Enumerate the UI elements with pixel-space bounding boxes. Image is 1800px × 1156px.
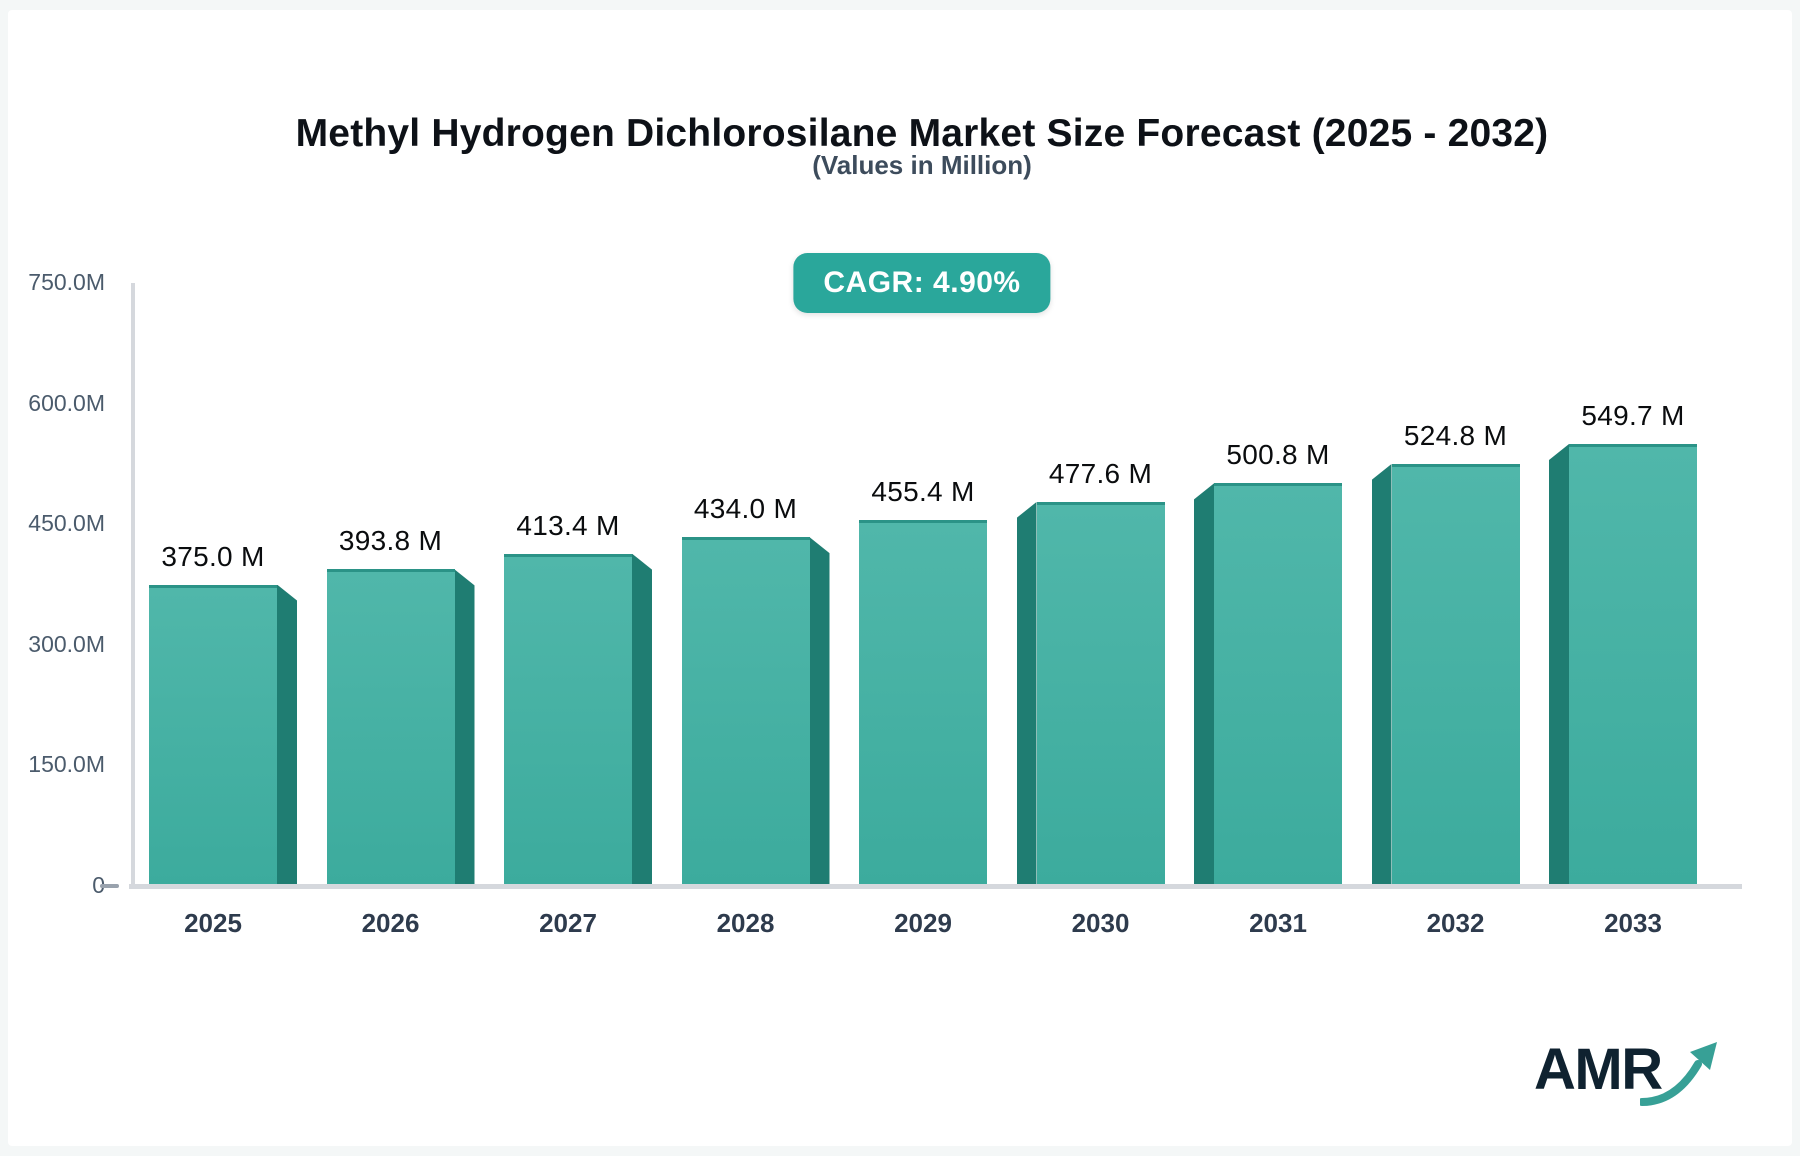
x-axis-tick-label: 2033 xyxy=(1604,908,1662,938)
bar-2033 xyxy=(1569,444,1697,886)
bar-value-label: 500.8 M xyxy=(1226,439,1330,471)
x-axis-tick-label: 2030 xyxy=(1071,908,1130,938)
bar-2030 xyxy=(1036,502,1165,886)
amr-logo: AMR xyxy=(1534,1034,1717,1114)
x-axis-tick-label: 2029 xyxy=(894,908,952,938)
trend-up-arrow-icon xyxy=(1640,1042,1717,1106)
bar-side-shadow xyxy=(1016,502,1037,886)
zero-tick-mark xyxy=(100,884,119,888)
y-axis-tick-label: 750.0M xyxy=(28,269,105,295)
bar-2027 xyxy=(504,553,632,886)
bar-2032 xyxy=(1391,464,1520,886)
bar-value-label: 393.8 M xyxy=(338,525,443,557)
bar-value-label: 455.4 M xyxy=(871,475,975,507)
bar-value-label: 413.4 M xyxy=(516,509,620,541)
bar-2031 xyxy=(1214,483,1342,886)
x-axis-tick-label: 2025 xyxy=(184,908,242,938)
cagr-badge: CAGR: 4.90% xyxy=(793,253,1051,313)
x-axis-tick-label: 2028 xyxy=(716,908,775,938)
bar-side-shadow xyxy=(809,537,830,886)
chart-card: Methyl Hydrogen Dichlorosilane Market Si… xyxy=(8,10,1792,1146)
bar-2025 xyxy=(149,584,277,886)
page-subtitle: (Values in Million) xyxy=(812,150,1032,180)
y-axis-tick-label: 300.0M xyxy=(28,630,105,657)
x-axis-line xyxy=(129,884,1742,889)
bar-side-shadow xyxy=(277,584,297,886)
bar-side-shadow xyxy=(454,569,475,886)
bar-side-shadow xyxy=(1194,483,1214,886)
y-axis-tick-label: 0 xyxy=(92,872,105,898)
y-axis-line xyxy=(131,283,135,886)
y-axis-tick-label: 450.0M xyxy=(28,510,105,537)
chart-canvas: Methyl Hydrogen Dichlorosilane Market Si… xyxy=(0,0,1800,1156)
bar-value-label: 549.7 M xyxy=(1581,400,1685,432)
x-axis-tick-label: 2026 xyxy=(361,908,420,938)
bar-side-shadow xyxy=(632,553,652,886)
bar-value-label: 477.6 M xyxy=(1048,458,1153,489)
bar-2028 xyxy=(681,537,810,886)
y-axis-tick-label: 600.0M xyxy=(28,389,105,416)
y-axis-tick-label: 150.0M xyxy=(28,751,105,778)
bar-side-shadow xyxy=(1371,464,1392,886)
x-axis-tick-label: 2027 xyxy=(539,908,597,938)
bar-side-shadow xyxy=(1549,444,1569,886)
bar-value-label: 375.0 M xyxy=(161,540,265,572)
bar-value-label: 434.0 M xyxy=(693,493,798,525)
bar-value-label: 524.8 M xyxy=(1403,420,1508,452)
x-axis-tick-label: 2031 xyxy=(1249,908,1307,938)
bar-2029 xyxy=(859,519,987,886)
bar-2026 xyxy=(326,569,455,886)
x-axis-tick-label: 2032 xyxy=(1426,908,1485,938)
